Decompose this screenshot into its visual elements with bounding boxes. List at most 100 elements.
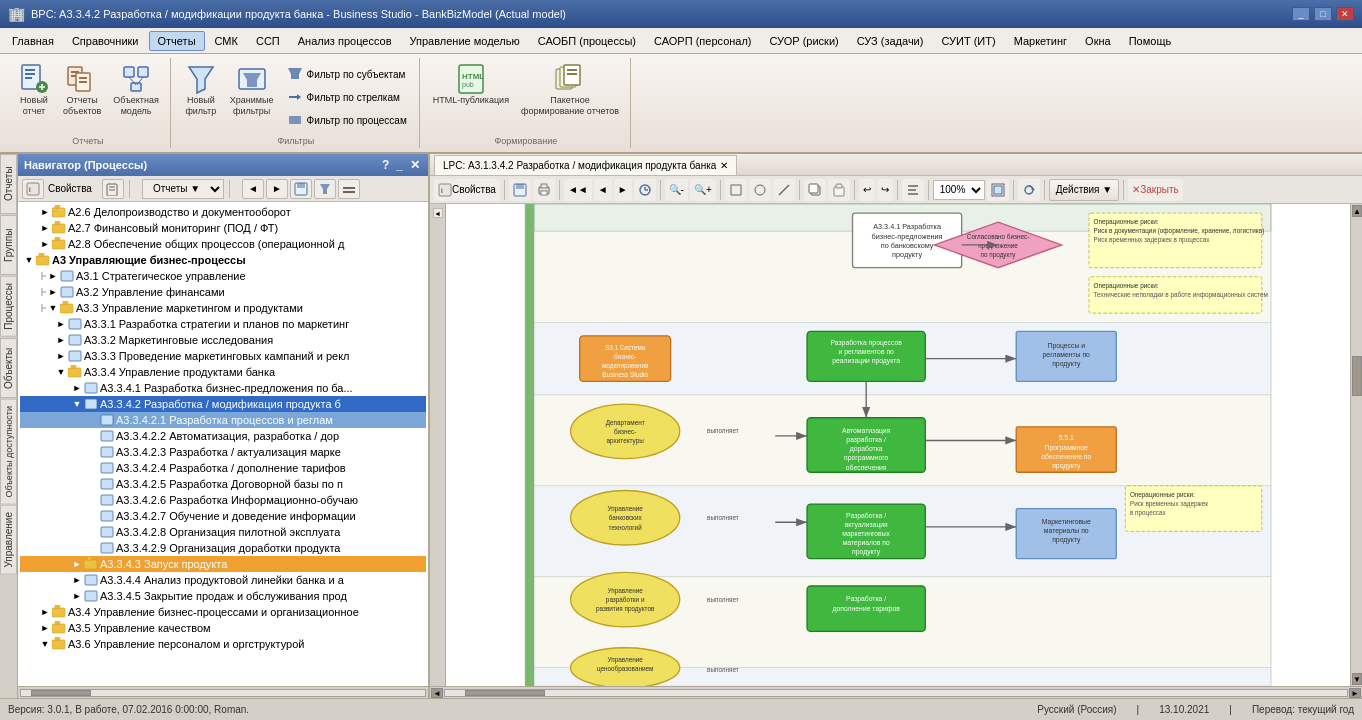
diag-nav-3[interactable]: ►	[614, 179, 632, 201]
menu-pomosh[interactable]: Помощь	[1121, 32, 1180, 50]
filter-processes-button[interactable]: Фильтр по процессам	[283, 110, 411, 130]
menu-smk[interactable]: СМК	[207, 32, 246, 50]
tree-item-a36[interactable]: ▼ A3.6 Управление персоналом и оргструкт…	[20, 636, 426, 652]
tree-item-a31[interactable]: ► A3.1 Стратегическое управление	[20, 268, 426, 284]
expand-a36[interactable]: ▼	[38, 637, 52, 651]
close-button[interactable]: ✕	[1336, 7, 1354, 21]
tree-item-a33427[interactable]: A3.3.4.2.7 Обучение и доведение информац…	[20, 508, 426, 524]
expand-a33421[interactable]	[86, 413, 100, 427]
tree-item-a3343[interactable]: ► A3.3.4.3 Запуск продукта	[20, 556, 426, 572]
diag-nav-4[interactable]	[634, 179, 656, 201]
diag-paste-button[interactable]	[828, 179, 850, 201]
diag-nav-1[interactable]: ◄◄	[564, 179, 592, 201]
diag-zoom-out-button[interactable]: 🔍-	[665, 179, 688, 201]
tree-item-a33426[interactable]: A3.3.4.2.6 Разработка Информационно-обуч…	[20, 492, 426, 508]
diag-close-button[interactable]: ✕ Закрыть	[1128, 179, 1183, 201]
nav-tab-gruppy[interactable]: Группы	[0, 215, 17, 275]
menu-suz[interactable]: СУЗ (задачи)	[849, 32, 932, 50]
objects-report-button[interactable]: Отчетыобъектов	[60, 60, 104, 120]
diagram-canvas[interactable]: A3.3.4.1 Разработка бизнес-предложения п…	[446, 204, 1350, 686]
tree-item-a333[interactable]: ► A3.3.3 Проведение маркетинговых кампан…	[20, 348, 426, 364]
expand-a32[interactable]: ►	[46, 285, 60, 299]
tree-item-a33423[interactable]: A3.3.4.2.3 Разработка / актуализация мар…	[20, 444, 426, 460]
menu-marketing[interactable]: Маркетинг	[1006, 32, 1075, 50]
menu-upravlenie[interactable]: Управление моделью	[402, 32, 528, 50]
menu-saorp[interactable]: САОРП (персонал)	[646, 32, 760, 50]
diag-fit-button[interactable]	[987, 179, 1009, 201]
diag-undo-button[interactable]: ↩	[859, 179, 875, 201]
tree-item-a3342[interactable]: ▼ A3.3.4.2 Разработка / модификация прод…	[20, 396, 426, 412]
nav-minimize-button[interactable]: _	[394, 158, 405, 172]
expand-a3345[interactable]: ►	[70, 589, 84, 603]
diagram-vscrollbar[interactable]: ▲ ▼	[1350, 204, 1362, 686]
maximize-button[interactable]: □	[1314, 7, 1332, 21]
scroll-indicator[interactable]: ◄	[433, 208, 443, 218]
menu-analiz[interactable]: Анализ процессов	[290, 32, 400, 50]
expand-a35[interactable]: ►	[38, 621, 52, 635]
nav-hscrollbar[interactable]	[18, 686, 428, 698]
tree-item-a34[interactable]: ► A3.4 Управление бизнес-процессами и ор…	[20, 604, 426, 620]
tree-item-a27[interactable]: ► A2.7 Финансовый мониторинг (ПОД / ФТ)	[20, 220, 426, 236]
object-model-button[interactable]: Объектнаямодель	[110, 60, 162, 120]
expand-a332[interactable]: ►	[54, 333, 68, 347]
expand-a333[interactable]: ►	[54, 349, 68, 363]
diag-properties-button[interactable]: i Свойства	[434, 179, 500, 201]
expand-a3[interactable]: ▼	[22, 253, 36, 267]
menu-ssp[interactable]: ССП	[248, 32, 288, 50]
batch-reports-button[interactable]: Пакетноеформирование отчетов	[518, 60, 622, 120]
diag-print-button[interactable]	[533, 179, 555, 201]
stored-filters-button[interactable]: Хранимыефильтры	[227, 60, 277, 120]
tree-item-a3344[interactable]: ► A3.3.4.4 Анализ продуктовой линейки ба…	[20, 572, 426, 588]
tree-item-a33425[interactable]: A3.3.4.2.5 Разработка Договорной базы по…	[20, 476, 426, 492]
menu-spravochniki[interactable]: Справочники	[64, 32, 147, 50]
nav-save-button[interactable]	[290, 179, 312, 199]
tree-item-a332[interactable]: ► A3.3.2 Маркетинговые исследования	[20, 332, 426, 348]
zoom-select[interactable]: 100%	[933, 180, 985, 200]
diag-actions-button[interactable]: Действия ▼	[1049, 179, 1120, 201]
expand-a3341[interactable]: ►	[70, 381, 84, 395]
diagram-tab-close[interactable]: ✕	[720, 160, 728, 171]
nav-close-button[interactable]: ✕	[408, 158, 422, 172]
filter-subjects-button[interactable]: Фильтр по субъектам	[283, 64, 411, 84]
html-publish-button[interactable]: HTMLpub HTML-публикация	[430, 60, 512, 109]
tree-item-a334[interactable]: ▼ A3.3.4 Управление продуктами банка	[20, 364, 426, 380]
expand-a33[interactable]: ▼	[46, 301, 60, 315]
diag-align-button[interactable]	[902, 179, 924, 201]
new-filter-button[interactable]: Новыйфильтр	[181, 60, 221, 120]
diag-tool-2[interactable]	[749, 179, 771, 201]
diag-tool-3[interactable]	[773, 179, 795, 201]
nav-tab-dostupnost[interactable]: Объекты доступности	[0, 399, 17, 505]
filter-arrows-button[interactable]: Фильтр по стрелкам	[283, 87, 411, 107]
nav-reports-dropdown[interactable]: Отчеты ▼	[142, 179, 224, 199]
nav-tab-obekty[interactable]: Объекты	[0, 338, 17, 398]
expand-a334[interactable]: ▼	[54, 365, 68, 379]
tree-item-a28[interactable]: ► A2.8 Обеспечение общих процессов (опер…	[20, 236, 426, 252]
diag-redo-button[interactable]: ↪	[877, 179, 893, 201]
diagram-hscrollbar[interactable]: ◄ ►	[430, 686, 1362, 698]
expand-a34[interactable]: ►	[38, 605, 52, 619]
tree-item-a3[interactable]: ▼ A3 Управляющие бизнес-процессы	[20, 252, 426, 268]
menu-saobp[interactable]: САОБП (процессы)	[530, 32, 644, 50]
tree-item-a33421[interactable]: A3.3.4.2.1 Разработка процессов и реглам	[20, 412, 426, 428]
nav-more-button[interactable]	[338, 179, 360, 199]
expand-a31[interactable]: ►	[46, 269, 60, 283]
nav-back-button[interactable]: ◄	[242, 179, 264, 199]
tree-item-a32[interactable]: ► A3.2 Управление финансами	[20, 284, 426, 300]
expand-a3344[interactable]: ►	[70, 573, 84, 587]
nav-tab-upravlenie[interactable]: Управление	[0, 505, 17, 575]
diagram-tab[interactable]: LPC: А3.1.3.4.2 Разработка / модификация…	[434, 155, 737, 175]
diag-nav-2[interactable]: ◄	[594, 179, 612, 201]
nav-filter-button[interactable]	[314, 179, 336, 199]
menu-suor[interactable]: СУОР (риски)	[762, 32, 847, 50]
tree-item-a3341[interactable]: ► A3.3.4.1 Разработка бизнес-предложения…	[20, 380, 426, 396]
menu-otchety[interactable]: Отчеты	[149, 31, 205, 51]
tree-item-a33428[interactable]: A3.3.4.2.8 Организация пилотной эксплуат…	[20, 524, 426, 540]
diag-save-button[interactable]	[509, 179, 531, 201]
expand-a3343[interactable]: ►	[70, 557, 84, 571]
menu-glavnaya[interactable]: Главная	[4, 32, 62, 50]
diag-tool-1[interactable]	[725, 179, 747, 201]
expand-a26[interactable]: ►	[38, 205, 52, 219]
nav-fwd-button[interactable]: ►	[266, 179, 288, 199]
expand-a331[interactable]: ►	[54, 317, 68, 331]
expand-a3342[interactable]: ▼	[70, 397, 84, 411]
